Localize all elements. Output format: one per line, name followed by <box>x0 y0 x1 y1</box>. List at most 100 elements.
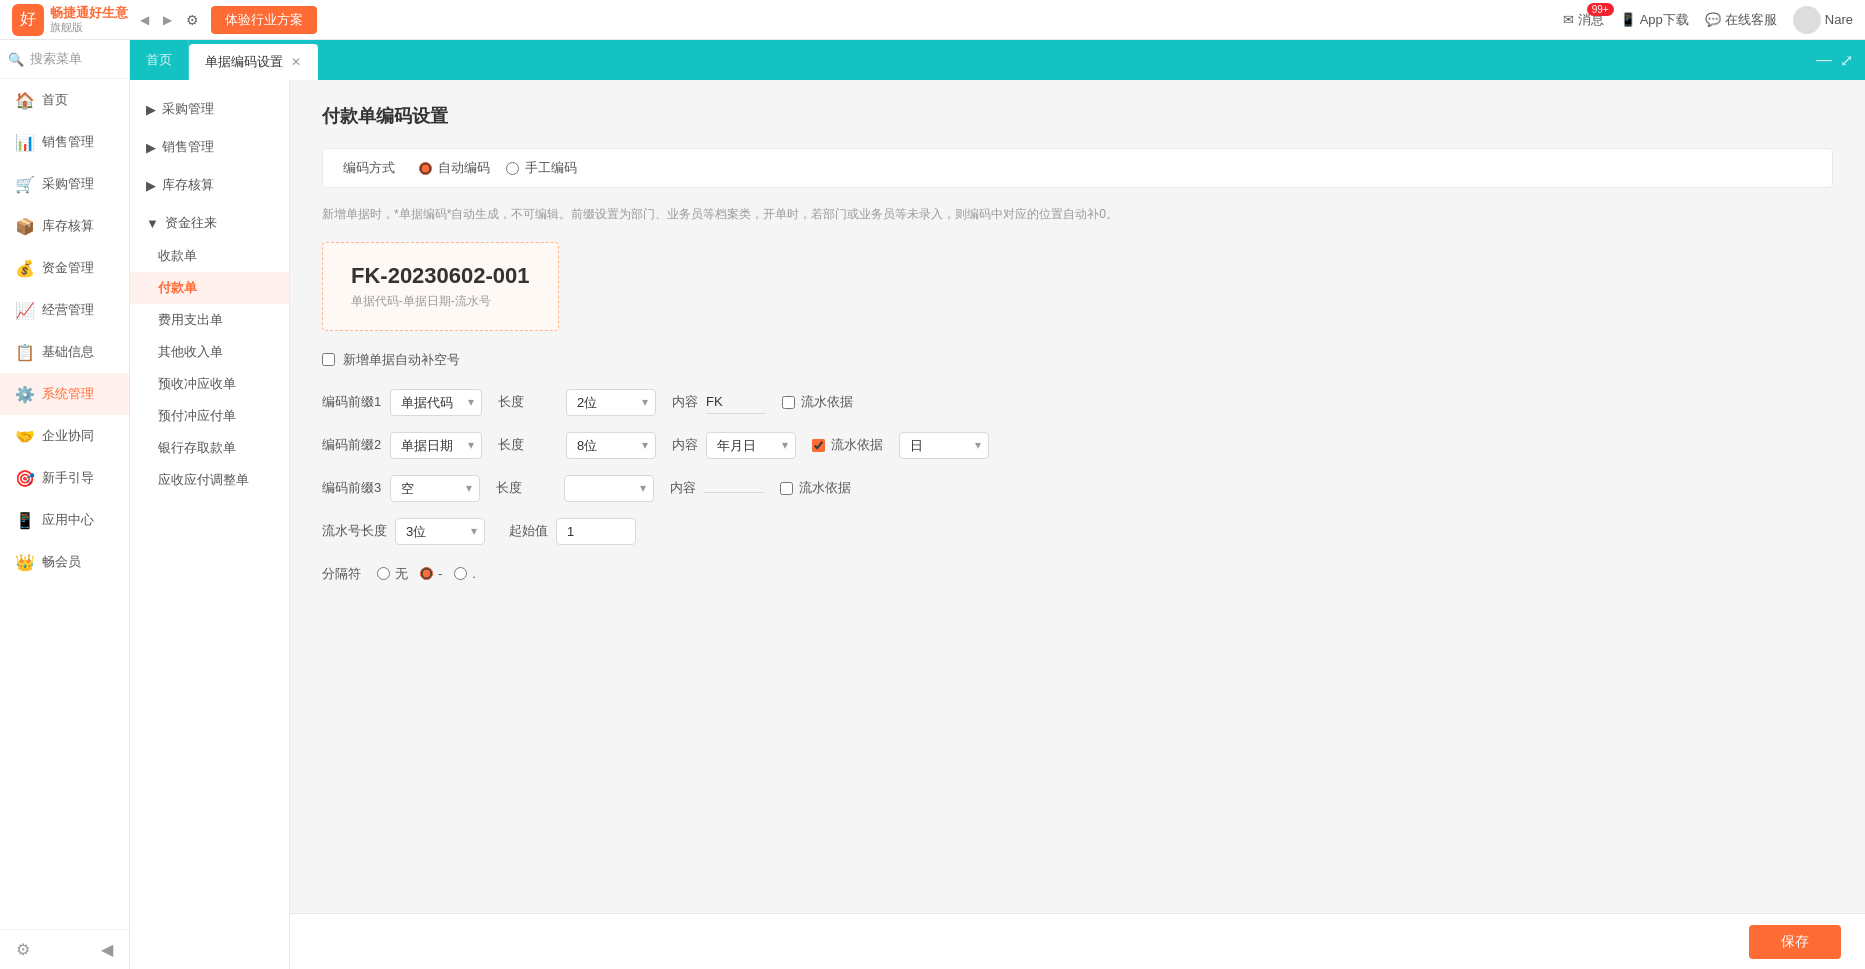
length2-label: 长度 <box>498 436 558 454</box>
auto-fill-label: 新增单据自动补空号 <box>343 351 460 369</box>
length3-select[interactable] <box>564 475 654 502</box>
serial-length-select[interactable]: 3位 <box>395 518 485 545</box>
info-text-content: 新增单据时，*单据编码*自动生成，不可编辑。前缀设置为部门、业务员等档案类，开单… <box>322 207 1118 221</box>
brand-icon: 好 <box>12 4 44 36</box>
enterprise-icon: 🤝 <box>16 427 34 445</box>
submenu-advance-recv-label: 预收冲应收单 <box>158 376 236 391</box>
newguide-icon: 🎯 <box>16 469 34 487</box>
sidebar-item-member[interactable]: 👑 畅会员 <box>0 541 129 583</box>
submenu-advance-recv[interactable]: 预收冲应收单 <box>130 368 289 400</box>
sep-none-radio[interactable] <box>377 567 390 580</box>
serial3-checkbox[interactable] <box>780 482 793 495</box>
user-avatar <box>1793 6 1821 34</box>
sep-dot-label: . <box>472 566 476 581</box>
nav-prev-icon[interactable]: ◀ <box>136 9 153 31</box>
app-download-item[interactable]: 📱 App下载 <box>1620 11 1689 29</box>
sidebar-item-label: 采购管理 <box>42 175 94 193</box>
sidebar-item-home[interactable]: 🏠 首页 <box>0 79 129 121</box>
sidebar-item-base[interactable]: 📋 基础信息 <box>0 331 129 373</box>
settings-icon[interactable]: ⚙ <box>182 8 203 32</box>
sidebar-item-apps[interactable]: 📱 应用中心 <box>0 499 129 541</box>
serial-start-input[interactable] <box>556 518 636 545</box>
tab-home[interactable]: 首页 <box>130 40 189 80</box>
submenu-receipt-label: 收款单 <box>158 248 197 263</box>
message-item[interactable]: ✉ 消息 99+ <box>1563 11 1604 29</box>
sep-dash-option[interactable]: - <box>420 566 442 581</box>
online-service-item[interactable]: 💬 在线客服 <box>1705 11 1777 29</box>
submenu-other-income[interactable]: 其他收入单 <box>130 336 289 368</box>
serial2-checkbox[interactable] <box>812 439 825 452</box>
purchase-icon: 🛒 <box>16 175 34 193</box>
sidebar-item-enterprise[interactable]: 🤝 企业协同 <box>0 415 129 457</box>
tab-close-icon[interactable]: ✕ <box>291 55 301 69</box>
apps-icon: 📱 <box>16 511 34 529</box>
experience-button[interactable]: 体验行业方案 <box>211 6 317 34</box>
auto-fill-checkbox[interactable] <box>322 353 335 366</box>
content-area: 首页 单据编码设置 ✕ — ⤢ ▶ 采购管理 <box>130 40 1865 969</box>
sep-none-option[interactable]: 无 <box>377 565 408 583</box>
submenu-payment-label: 付款单 <box>158 280 197 295</box>
submenu-purchase-header[interactable]: ▶ 采购管理 <box>130 92 289 126</box>
length3-field: 长度 <box>496 475 654 502</box>
submenu-finance-label: 资金往来 <box>165 214 217 232</box>
auto-encode-option[interactable]: 自动编码 <box>419 159 490 177</box>
prefix3-label: 编码前缀3 <box>322 479 382 497</box>
sidebar-item-operation[interactable]: 📈 经营管理 <box>0 289 129 331</box>
manual-encode-radio[interactable] <box>506 162 519 175</box>
serial-length-label: 流水号长度 <box>322 522 387 540</box>
tab-minimize-button[interactable]: — <box>1816 51 1832 69</box>
serial-length-select-wrapper: 3位 <box>395 518 485 545</box>
save-button[interactable]: 保存 <box>1749 925 1841 959</box>
sep-dot-option[interactable]: . <box>454 566 476 581</box>
content1-label: 内容 <box>672 393 698 411</box>
user-info[interactable]: Nare <box>1793 6 1853 34</box>
sidebar-item-system[interactable]: ⚙️ 系统管理 <box>0 373 129 415</box>
submenu-sales-header[interactable]: ▶ 销售管理 <box>130 130 289 164</box>
content3-label: 内容 <box>670 479 696 497</box>
submenu-advance-pay[interactable]: 预付冲应付单 <box>130 400 289 432</box>
sep-dot-radio[interactable] <box>454 567 467 580</box>
sidebar-item-finance[interactable]: 💰 资金管理 <box>0 247 129 289</box>
length1-select[interactable]: 2位 <box>566 389 656 416</box>
submenu-bank[interactable]: 银行存取款单 <box>130 432 289 464</box>
sidebar-search[interactable]: 🔍 搜索菜单 <box>0 40 129 79</box>
nav-next-icon[interactable]: ▶ <box>159 9 176 31</box>
auto-encode-radio[interactable] <box>419 162 432 175</box>
submenu-payment[interactable]: 付款单 <box>130 272 289 304</box>
submenu-expense[interactable]: 费用支出单 <box>130 304 289 336</box>
submenu-group-purchase: ▶ 采购管理 <box>130 92 289 126</box>
submenu-receipt[interactable]: 收款单 <box>130 240 289 272</box>
operation-icon: 📈 <box>16 301 34 319</box>
submenu-inventory-label: 库存核算 <box>162 176 214 194</box>
submenu-finance-header[interactable]: ▼ 资金往来 <box>130 206 289 240</box>
search-label: 搜索菜单 <box>30 50 82 68</box>
system-icon: ⚙️ <box>16 385 34 403</box>
prefix3-select[interactable]: 空 <box>390 475 480 502</box>
submenu-advance-pay-label: 预付冲应付单 <box>158 408 236 423</box>
submenu-inventory-header[interactable]: ▶ 库存核算 <box>130 168 289 202</box>
sidebar-collapse-icon[interactable]: ◀ <box>101 940 113 959</box>
prefix2-select[interactable]: 单据日期 <box>390 432 482 459</box>
tab-expand-button[interactable]: ⤢ <box>1840 51 1853 70</box>
manual-encode-option[interactable]: 手工编码 <box>506 159 577 177</box>
sidebar-item-sales[interactable]: 📊 销售管理 <box>0 121 129 163</box>
period2-select[interactable]: 日 <box>899 432 989 459</box>
length2-select[interactable]: 8位 <box>566 432 656 459</box>
prefix1-select[interactable]: 单据代码 <box>390 389 482 416</box>
sep-dash-label: - <box>438 566 442 581</box>
sep-dash-radio[interactable] <box>420 567 433 580</box>
serial1-checkbox[interactable] <box>782 396 795 409</box>
sidebar-item-purchase[interactable]: 🛒 采购管理 <box>0 163 129 205</box>
submenu-purchase-label: 采购管理 <box>162 100 214 118</box>
tab-encoding[interactable]: 单据编码设置 ✕ <box>189 44 318 80</box>
sidebar-item-newguide[interactable]: 🎯 新手引导 <box>0 457 129 499</box>
length2-select-wrapper: 8位 <box>566 432 656 459</box>
sidebar-settings-icon[interactable]: ⚙ <box>16 940 30 959</box>
submenu-sales-arrow: ▶ <box>146 140 156 155</box>
content2-select[interactable]: 年月日 <box>706 432 796 459</box>
sidebar-item-inventory[interactable]: 📦 库存核算 <box>0 205 129 247</box>
submenu-adjust[interactable]: 应收应付调整单 <box>130 464 289 496</box>
user-name: Nare <box>1825 12 1853 27</box>
serial-length-field: 流水号长度 3位 <box>322 518 485 545</box>
content1-value: FK <box>706 390 766 414</box>
